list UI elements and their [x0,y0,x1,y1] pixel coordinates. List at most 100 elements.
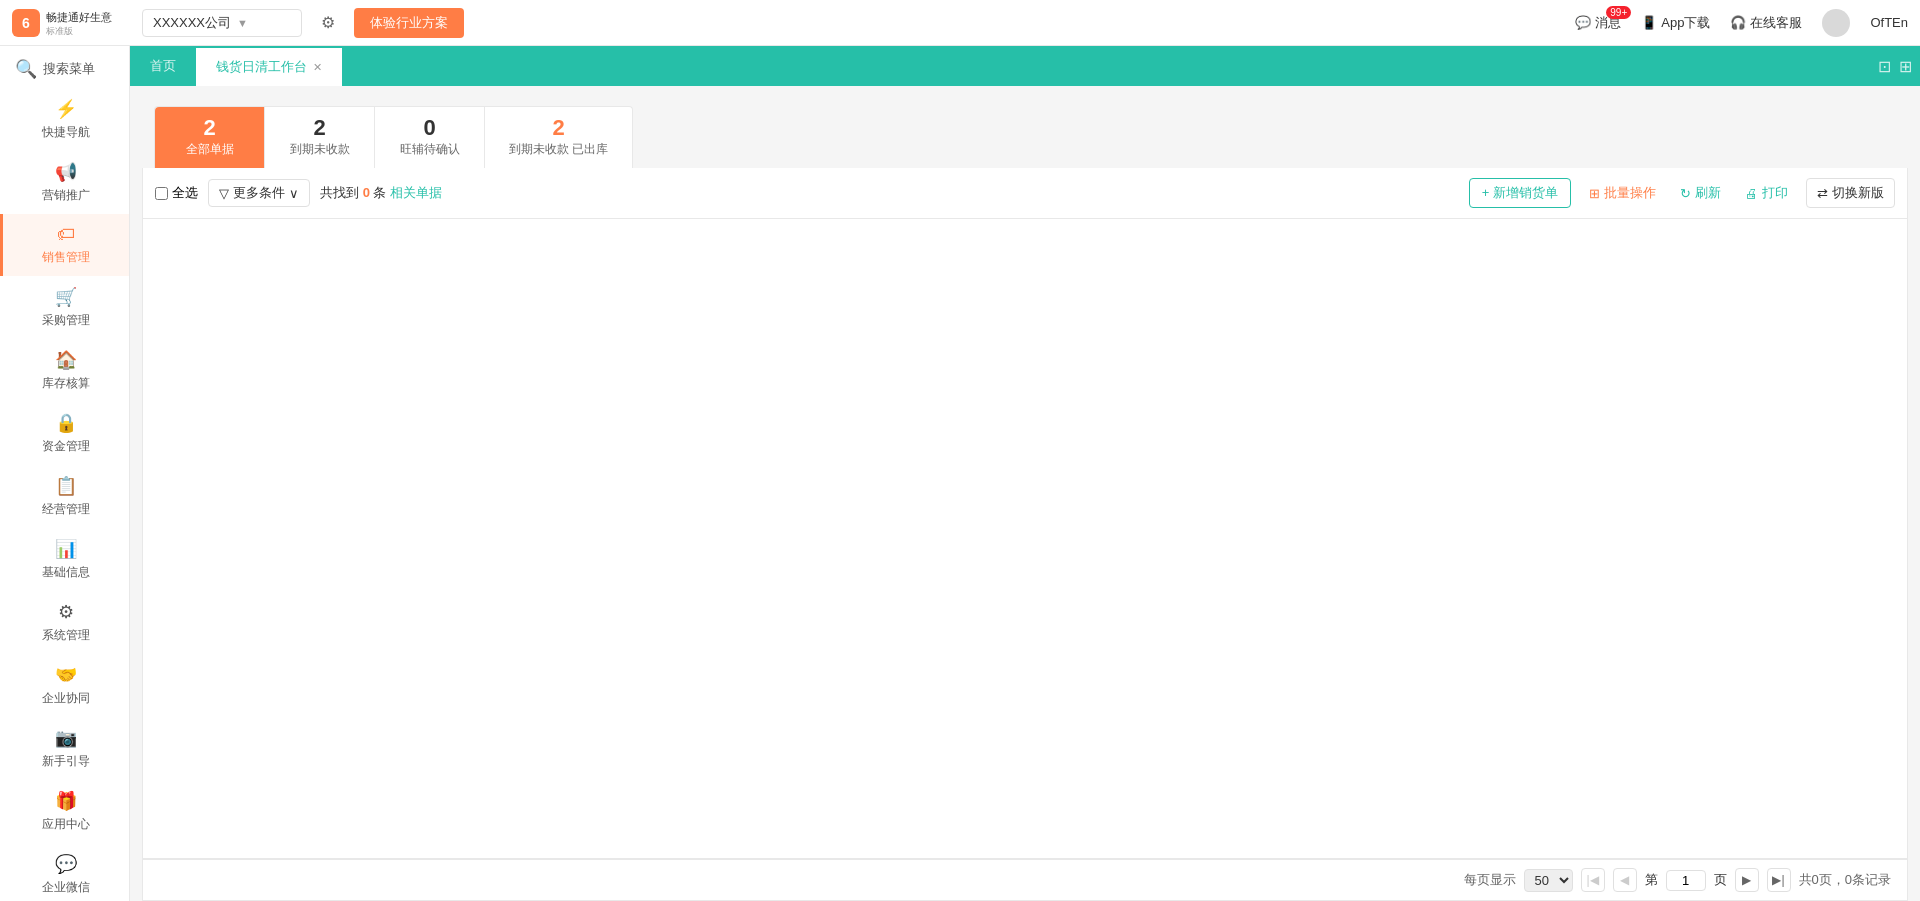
wangpu-count: 0 [399,117,460,139]
enterprise-icon: 🤝 [55,664,77,686]
top-header: 6 畅捷通好生意 标准版 XXXXXX公司 ▼ ⚙ 体验行业方案 💬 消息 99… [0,0,1920,46]
sidebar-item-label: 库存核算 [42,375,90,392]
sidebar-item-operations[interactable]: 📋 经营管理 [0,465,129,528]
tab-home-label: 首页 [150,57,176,75]
purchase-icon: 🛒 [55,286,77,308]
page-content: 2 全部单据 2 到期未收款 0 旺辅待确认 2 到期未收款 已出库 [130,86,1920,901]
summary-tabs: 2 全部单据 2 到期未收款 0 旺辅待确认 2 到期未收款 已出库 [154,106,633,168]
refresh-icon: ↻ [1680,186,1691,201]
pagination-bar: 每页显示 50 |◀ ◀ 第 页 ▶ ▶| 共0页，0条记录 [142,859,1908,901]
toolbar: 全选 ▽ 更多条件 ∨ 共找到 0 条 相关单据 + 新增销货单 ⊞ [142,168,1908,219]
wangpu-label: 旺辅待确认 [399,141,460,158]
maximize-icon[interactable]: ⊞ [1899,57,1912,76]
sidebar-item-label: 应用中心 [42,816,90,833]
sidebar-item-purchase[interactable]: 🛒 采购管理 [0,276,129,339]
headset-icon: 🎧 [1730,15,1746,30]
batch-icon: ⊞ [1589,186,1600,201]
refresh-btn[interactable]: ↻ 刷新 [1674,180,1727,206]
sidebar-item-search[interactable]: 🔍 搜索菜单 [0,50,129,88]
online-service-label: 在线客服 [1750,14,1802,32]
page-input[interactable] [1666,870,1706,891]
app-center-icon: 🎁 [55,790,77,812]
message-btn[interactable]: 💬 消息 99+ [1575,14,1621,32]
per-page-select[interactable]: 50 [1524,869,1573,892]
experience-btn[interactable]: 体验行业方案 [354,8,464,38]
batch-label: 批量操作 [1604,184,1656,202]
message-icon: 💬 [1575,15,1591,30]
tab-workstation[interactable]: 钱货日清工作台 ✕ [196,46,342,86]
sidebar-item-label: 快捷导航 [42,124,90,141]
sidebar-item-app-center[interactable]: 🎁 应用中心 [0,780,129,843]
select-all-checkbox[interactable]: 全选 [155,184,198,202]
switch-version-btn[interactable]: ⇄ 切换新版 [1806,178,1895,208]
tab-workstation-label: 钱货日清工作台 [216,58,307,76]
toolbar-right: + 新增销货单 ⊞ 批量操作 ↻ 刷新 🖨 打印 ⇄ [1469,178,1895,208]
summary-tab-overdue-out[interactable]: 2 到期未收款 已出库 [485,107,632,168]
app-download-btn[interactable]: 📱 App下载 [1641,14,1710,32]
main-layout: 🔍 搜索菜单 ⚡ 快捷导航 📢 营销推广 🏷 销售管理 🛒 采购管理 🏠 库存核… [0,46,1920,901]
sidebar-item-label: 采购管理 [42,312,90,329]
first-page-btn[interactable]: |◀ [1581,868,1605,892]
select-all-input[interactable] [155,187,168,200]
found-unit: 条 [373,185,386,200]
sidebar-item-quick-nav[interactable]: ⚡ 快捷导航 [0,88,129,151]
minimize-icon[interactable]: ⊡ [1878,57,1891,76]
overdue-out-label: 到期未收款 已出库 [509,141,608,158]
app-download-label: App下载 [1661,14,1710,32]
inventory-icon: 🏠 [55,349,77,371]
sidebar-item-marketing[interactable]: 📢 营销推广 [0,151,129,214]
sidebar-item-label: 系统管理 [42,627,90,644]
summary-tab-wangpu[interactable]: 0 旺辅待确认 [375,107,485,168]
header-right: 💬 消息 99+ 📱 App下载 🎧 在线客服 OfTEn [1575,9,1908,37]
tab-actions: ⊡ ⊞ [1878,46,1920,86]
content-area: 首页 钱货日清工作台 ✕ ⊡ ⊞ 2 全部单据 [130,46,1920,901]
guide-icon: 📷 [55,727,77,749]
switch-label: 切换新版 [1832,184,1884,202]
online-service-btn[interactable]: 🎧 在线客服 [1730,14,1802,32]
sidebar-item-system[interactable]: ⚙ 系统管理 [0,591,129,654]
company-name: XXXXXX公司 [153,14,231,32]
sidebar-item-sales[interactable]: 🏷 销售管理 [0,214,129,276]
select-all-label: 全选 [172,184,198,202]
operations-icon: 📋 [55,475,77,497]
filter-icon: ▽ [219,186,229,201]
settings-icon[interactable]: ⚙ [312,7,344,39]
tab-home[interactable]: 首页 [130,46,196,86]
sidebar-item-label: 营销推广 [42,187,90,204]
page-suffix: 页 [1714,871,1727,889]
found-count: 0 [363,185,370,200]
found-text: 共找到 0 条 相关单据 [320,184,442,202]
sidebar-item-inventory[interactable]: 🏠 库存核算 [0,339,129,402]
print-label: 打印 [1762,184,1788,202]
total-text: 共0页，0条记录 [1799,871,1891,889]
next-page-btn[interactable]: ▶ [1735,868,1759,892]
batch-operation-btn[interactable]: ⊞ 批量操作 [1583,180,1662,206]
sidebar-item-label: 企业微信 [42,879,90,896]
sidebar-item-enterprise[interactable]: 🤝 企业协同 [0,654,129,717]
prev-page-btn[interactable]: ◀ [1613,868,1637,892]
summary-tab-overdue[interactable]: 2 到期未收款 [265,107,375,168]
print-btn[interactable]: 🖨 打印 [1739,180,1794,206]
sidebar-item-weixin[interactable]: 💬 企业微信 [0,843,129,901]
message-badge: 99+ [1606,6,1631,19]
add-sales-order-btn[interactable]: + 新增销货单 [1469,178,1571,208]
print-icon: 🖨 [1745,186,1758,201]
avatar[interactable] [1822,9,1850,37]
all-count: 2 [179,117,240,139]
filter-btn[interactable]: ▽ 更多条件 ∨ [208,179,310,207]
company-selector[interactable]: XXXXXX公司 ▼ [142,9,302,37]
sidebar-item-label: 资金管理 [42,438,90,455]
close-icon[interactable]: ✕ [313,61,322,74]
sidebar-item-finance[interactable]: 🔒 资金管理 [0,402,129,465]
user-name[interactable]: OfTEn [1870,15,1908,30]
found-prefix: 共找到 [320,185,359,200]
last-page-btn[interactable]: ▶| [1767,868,1791,892]
overdue-label: 到期未收款 [289,141,350,158]
sidebar-item-basics[interactable]: 📊 基础信息 [0,528,129,591]
sidebar-item-label: 经营管理 [42,501,90,518]
found-link[interactable]: 相关单据 [390,185,442,200]
summary-tab-all[interactable]: 2 全部单据 [155,107,265,168]
sidebar-item-guide[interactable]: 📷 新手引导 [0,717,129,780]
app-download-icon: 📱 [1641,15,1657,30]
logo-area: 6 畅捷通好生意 标准版 [12,7,142,38]
